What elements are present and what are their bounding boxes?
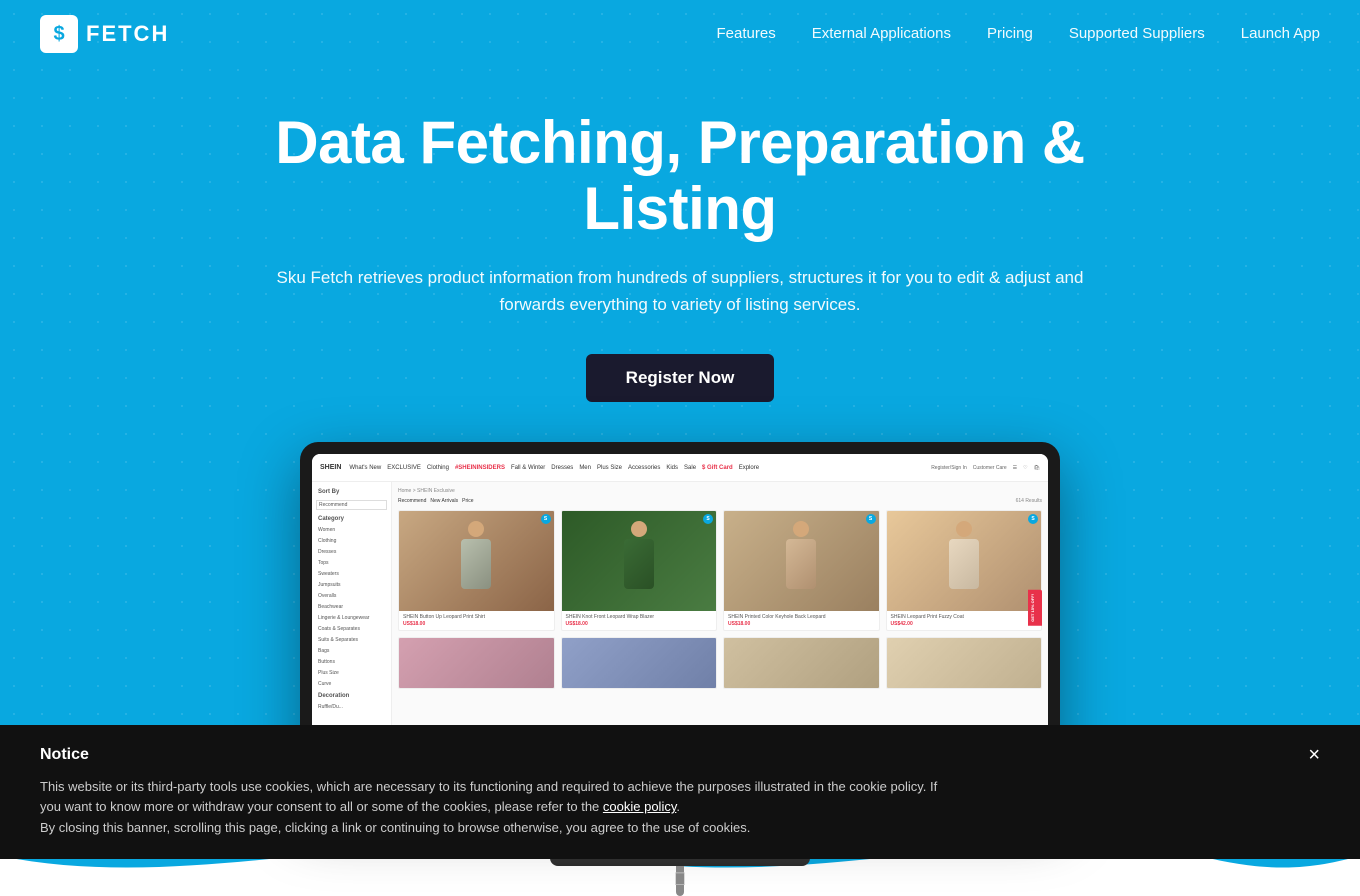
nav-pricing[interactable]: Pricing — [987, 25, 1033, 42]
nav-external-applications[interactable]: External Applications — [812, 25, 951, 42]
cookie-text-before: This website or its third-party tools us… — [40, 779, 937, 815]
cookie-close-button[interactable]: × — [1308, 745, 1320, 765]
cookie-policy-link[interactable]: cookie policy — [603, 799, 676, 814]
hero-content: Data Fetching, Preparation & Listing Sku… — [250, 110, 1110, 402]
cookie-banner: Notice × This website or its third-party… — [0, 725, 1360, 859]
cookie-text-period: . — [676, 799, 680, 814]
shein-products: S SHEIN Button Up Leopard Print Shirt US… — [398, 510, 1042, 631]
shein-product-card-sm — [886, 637, 1043, 689]
brand-name: FETCH — [86, 21, 169, 47]
cookie-text-after: By closing this banner, scrolling this p… — [40, 820, 750, 835]
shein-product-card: S SHEIN Knot Front Leopard Wrap Blazer U… — [561, 510, 718, 631]
logo-link[interactable]: $ FETCH — [40, 15, 169, 53]
nav-supported-suppliers[interactable]: Supported Suppliers — [1069, 25, 1205, 42]
shein-breadcrumb: Home > SHEIN Exclusive — [398, 488, 1042, 494]
shein-nav: SHEIN What's New EXCLUSIVE Clothing #SHE… — [312, 454, 1048, 482]
shein-product-card: S SHEIN Button Up Leopard Print Shirt US… — [398, 510, 555, 631]
hero-title: Data Fetching, Preparation & Listing — [270, 110, 1090, 242]
cookie-header: Notice × — [40, 745, 1320, 765]
cookie-title: Notice — [40, 746, 89, 764]
hero-subtitle: Sku Fetch retrieves product information … — [270, 264, 1090, 318]
nav-launch-app[interactable]: Launch App — [1241, 25, 1320, 42]
shein-product-card-sm — [561, 637, 718, 689]
shein-product-card-sm — [398, 637, 555, 689]
shein-sort-row: Recommend New Arrivals Price 614 Results — [398, 498, 1042, 504]
shein-product-card: S SHEIN Printed Color Keyhole Back Leopa… — [723, 510, 880, 631]
nav-links: Features External Applications Pricing S… — [717, 25, 1321, 43]
shein-product-card: S SHEIN Leopard Print Fuzzy Coat US$42.0… — [886, 510, 1043, 631]
logo-icon: $ — [40, 15, 78, 53]
navigation: $ FETCH Features External Applications P… — [0, 0, 1360, 68]
apple-logo-icon:  — [673, 869, 687, 890]
shein-products-row2 — [398, 637, 1042, 689]
shein-offer-banner: GET 15% OFF! — [1028, 590, 1042, 626]
nav-features[interactable]: Features — [717, 25, 776, 42]
shein-product-card-sm — [723, 637, 880, 689]
register-button[interactable]: Register Now — [586, 354, 775, 402]
cookie-body: This website or its third-party tools us… — [40, 777, 940, 839]
